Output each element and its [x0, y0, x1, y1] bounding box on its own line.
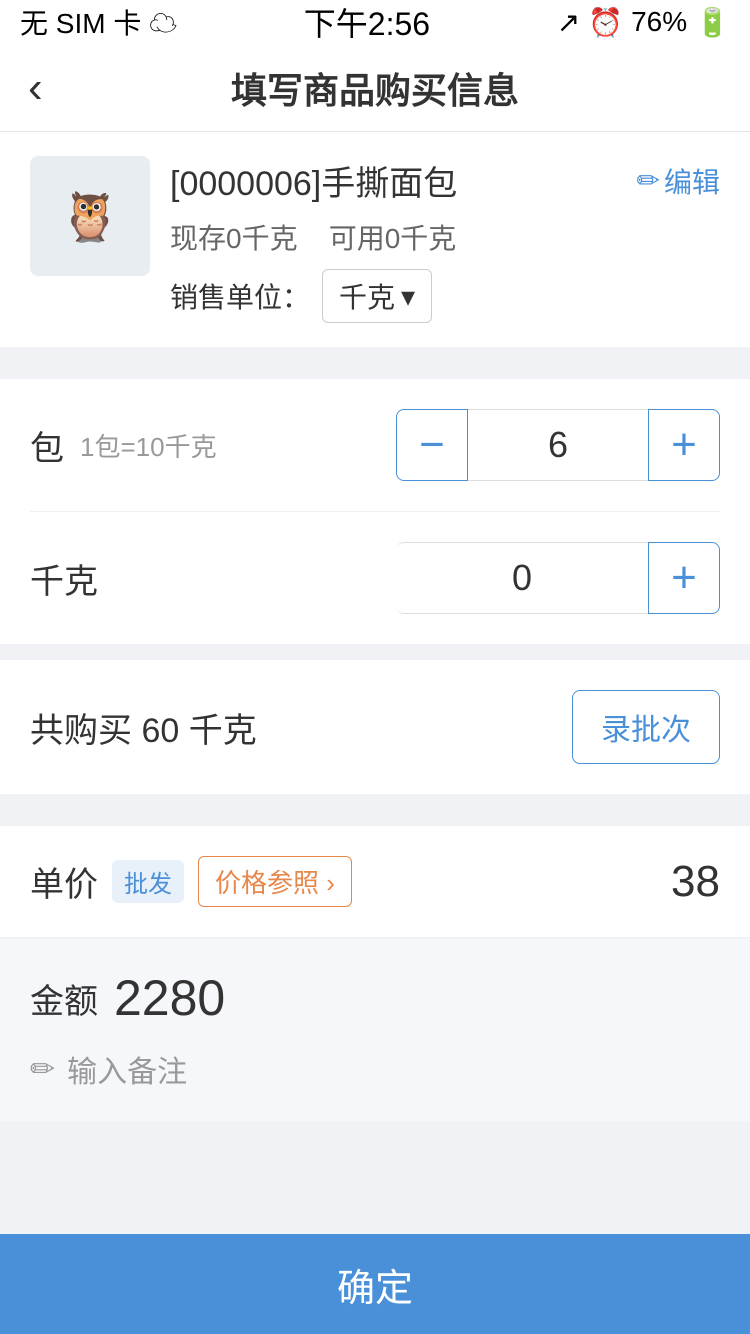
bao-qty-control: − +	[396, 409, 720, 481]
amount-label: 金额	[30, 974, 98, 1023]
location-icon: ↗	[557, 6, 580, 39]
back-button[interactable]: ‹	[28, 66, 43, 110]
status-bar: 无 SIM 卡 ☁ 下午2:56 ↗ ⏰ 76% 🔋	[0, 0, 750, 44]
confirm-button[interactable]: 确定	[0, 1234, 750, 1334]
price-left: 单价 批发 价格参照 ›	[30, 856, 352, 907]
product-info: [0000006]手撕面包 ✏ 编辑 现存0千克 可用0千克 销售单位： 千克 …	[170, 156, 720, 323]
note-row[interactable]: ✏ 输入备注	[30, 1047, 720, 1091]
total-text: 共购买 60 千克	[30, 703, 257, 752]
bao-section: 包 1包=10千克 − + 千克 +	[0, 379, 750, 644]
amount-section: 金额 2280 ✏ 输入备注	[0, 939, 750, 1121]
alarm-icon: ⏰	[588, 6, 623, 39]
price-badge: 批发	[112, 860, 184, 903]
edit-label: 编辑	[664, 161, 720, 201]
kg-qty-input[interactable]	[396, 542, 648, 614]
kg-increment-button[interactable]: +	[648, 542, 720, 614]
battery-label: 76%	[631, 6, 687, 38]
record-batch-button[interactable]: 录批次	[572, 690, 720, 764]
divider-2	[0, 794, 750, 810]
amount-value: 2280	[114, 969, 225, 1027]
kg-label: 千克	[30, 554, 98, 603]
bottom-padding	[0, 1121, 750, 1241]
product-unit-row: 销售单位： 千克 ▾	[170, 269, 720, 323]
bao-label: 包	[30, 421, 64, 470]
total-row: 共购买 60 千克 录批次	[0, 660, 750, 794]
divider-1	[0, 363, 750, 379]
edit-icon: ✏	[637, 164, 660, 197]
bao-increment-button[interactable]: +	[648, 409, 720, 481]
product-name: [0000006]手撕面包	[170, 156, 457, 205]
available-label: 可用0千克	[329, 223, 457, 254]
kg-qty-control: +	[396, 542, 720, 614]
status-time: 下午2:56	[304, 0, 430, 45]
amount-row: 金额 2280	[30, 969, 720, 1027]
kg-quantity-row: 千克 +	[30, 512, 720, 644]
battery-icon: 🔋	[695, 6, 730, 39]
product-card: 🦉 [0000006]手撕面包 ✏ 编辑 现存0千克 可用0千克 销售单位： 千…	[0, 132, 750, 347]
stock-label: 现存0千克	[170, 223, 298, 254]
edit-button[interactable]: ✏ 编辑	[637, 161, 720, 201]
price-label: 单价	[30, 857, 98, 906]
unit-value: 千克	[339, 276, 395, 316]
status-left: 无 SIM 卡 ☁	[20, 2, 177, 42]
pencil-icon: ✏	[30, 1052, 55, 1087]
unit-label: 销售单位：	[170, 276, 310, 316]
price-row: 单价 批发 价格参照 › 38	[30, 856, 720, 907]
product-logo-icon: 🦉	[60, 188, 120, 245]
unit-select[interactable]: 千克 ▾	[322, 269, 432, 323]
nav-bar: ‹ 填写商品购买信息	[0, 44, 750, 132]
product-name-row: [0000006]手撕面包 ✏ 编辑	[170, 156, 720, 205]
bao-label-wrap: 包 1包=10千克	[30, 421, 217, 470]
price-section: 单价 批发 价格参照 › 38	[0, 826, 750, 937]
chevron-down-icon: ▾	[401, 280, 415, 313]
sim-label: 无 SIM 卡 ☁	[20, 2, 177, 42]
page-title: 填写商品购买信息	[231, 62, 519, 114]
status-right: ↗ ⏰ 76% 🔋	[557, 6, 730, 39]
price-value: 38	[671, 857, 720, 907]
product-thumbnail: 🦉	[30, 156, 150, 276]
bao-quantity-row: 包 1包=10千克 − +	[30, 379, 720, 512]
bao-hint: 1包=10千克	[80, 427, 217, 464]
product-stock: 现存0千克 可用0千克	[170, 217, 720, 257]
bao-decrement-button[interactable]: −	[396, 409, 468, 481]
bao-qty-input[interactable]	[468, 409, 648, 481]
price-reference-button[interactable]: 价格参照 ›	[198, 856, 352, 907]
note-placeholder: 输入备注	[67, 1047, 187, 1091]
